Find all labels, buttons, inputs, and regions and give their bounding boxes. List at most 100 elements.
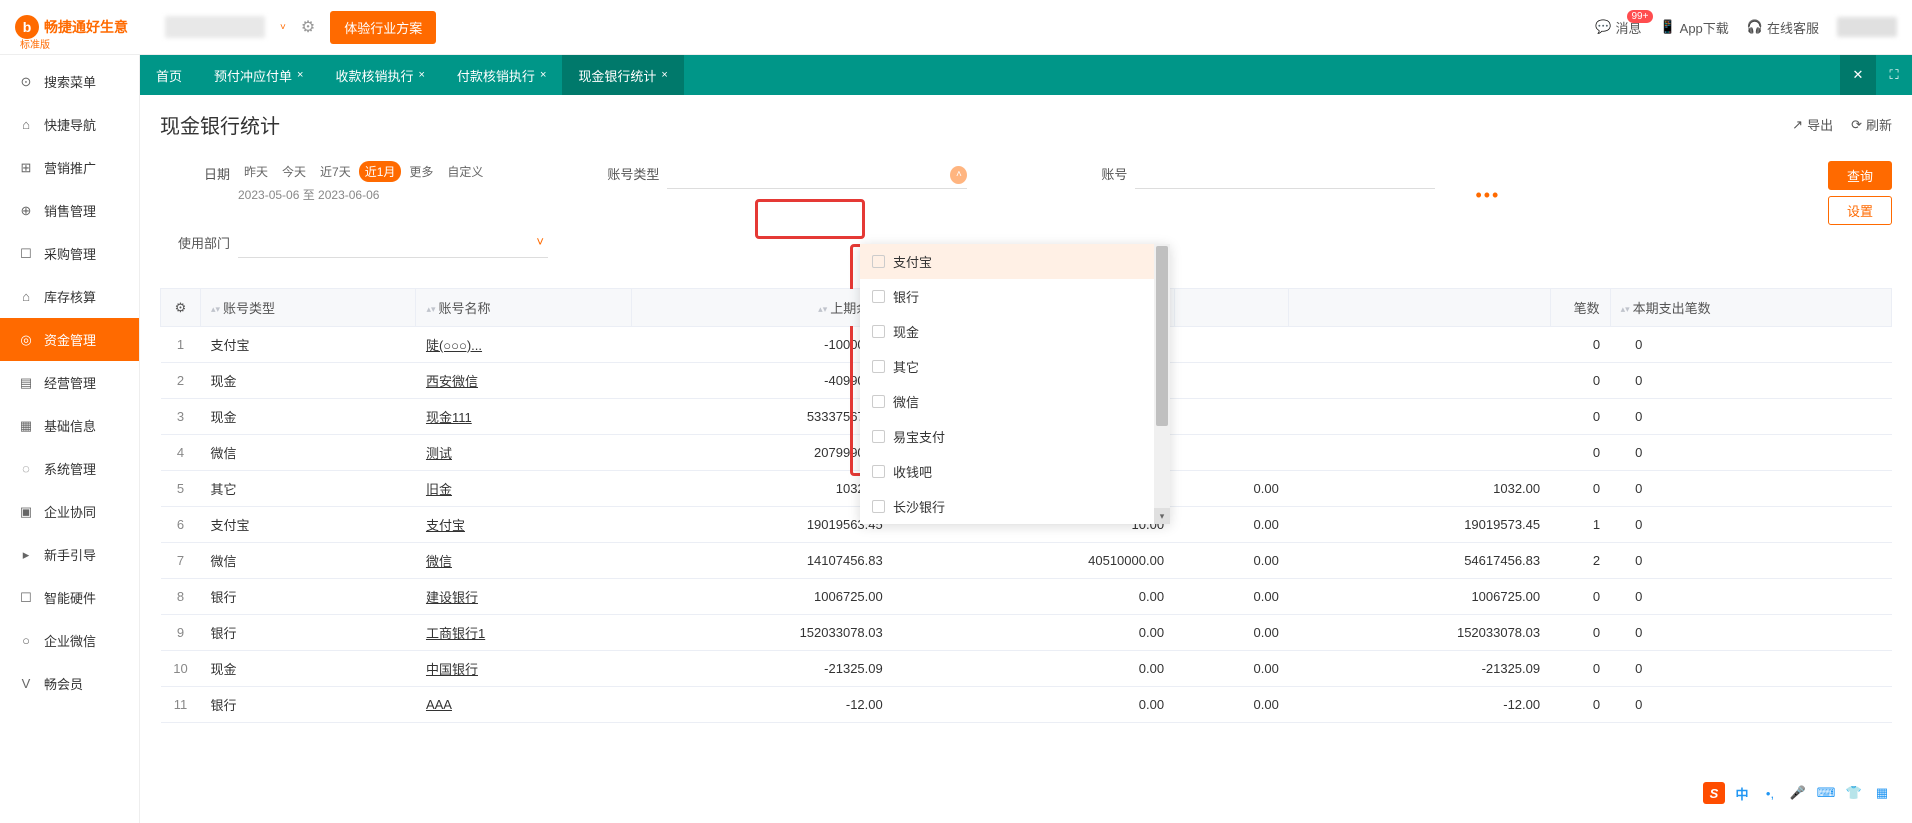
search-button[interactable]: 查询 bbox=[1828, 161, 1892, 190]
messages-link[interactable]: 💬 消息 99+ bbox=[1595, 18, 1641, 37]
checkbox[interactable] bbox=[872, 360, 885, 373]
more-filters-button[interactable]: ••• bbox=[1475, 185, 1500, 206]
sidebar-item-4[interactable]: ☐采购管理 bbox=[0, 232, 139, 275]
col-hidden1 bbox=[1174, 289, 1289, 327]
dropdown-item-0[interactable]: 支付宝 bbox=[860, 244, 1170, 279]
scrollbar-thumb[interactable] bbox=[1156, 246, 1168, 426]
dept-select[interactable] bbox=[238, 230, 548, 258]
account-name-link[interactable]: 支付宝 bbox=[426, 518, 465, 533]
sidebar-item-5[interactable]: ⌂库存核算 bbox=[0, 275, 139, 318]
ime-skin-icon[interactable]: 👕 bbox=[1843, 782, 1865, 804]
tab-2[interactable]: 收款核销执行× bbox=[319, 55, 440, 95]
ime-sogou-icon[interactable]: S bbox=[1703, 782, 1725, 804]
account-name-link[interactable]: 旧金 bbox=[426, 482, 452, 497]
dropdown-scrollbar[interactable]: ▾ bbox=[1154, 244, 1170, 524]
dropdown-item-5[interactable]: 易宝支付 bbox=[860, 419, 1170, 454]
sidebar-item-10[interactable]: ▣企业协同 bbox=[0, 490, 139, 533]
dropdown-item-2[interactable]: 现金 bbox=[860, 314, 1170, 349]
table-settings-header[interactable]: ⚙ bbox=[161, 289, 201, 327]
sidebar-item-2[interactable]: ⊞营销推广 bbox=[0, 146, 139, 189]
checkbox[interactable] bbox=[872, 500, 885, 513]
account-name-link[interactable]: 微信 bbox=[426, 554, 452, 569]
sidebar-item-3[interactable]: ⊕销售管理 bbox=[0, 189, 139, 232]
ime-lang-toggle[interactable]: 中 bbox=[1731, 782, 1753, 804]
date-chip-3[interactable]: 近1月 bbox=[359, 161, 402, 182]
dropdown-item-7[interactable]: 长沙银行 bbox=[860, 489, 1170, 524]
checkbox[interactable] bbox=[872, 325, 885, 338]
sidebar-label: 畅会员 bbox=[44, 674, 83, 693]
sidebar-item-12[interactable]: ☐智能硬件 bbox=[0, 576, 139, 619]
ime-keyboard-icon[interactable]: ⌨ bbox=[1815, 782, 1837, 804]
account-name-link[interactable]: 陡(○○○)... bbox=[426, 338, 482, 353]
dropdown-item-4[interactable]: 微信 bbox=[860, 384, 1170, 419]
account-type-select[interactable]: ˄ bbox=[667, 161, 967, 189]
col-count[interactable]: 笔数 bbox=[1550, 289, 1610, 327]
checkbox[interactable] bbox=[872, 290, 885, 303]
account-type-input[interactable] bbox=[667, 167, 950, 182]
checkbox[interactable] bbox=[872, 430, 885, 443]
app-download-link[interactable]: 📱 App下载 bbox=[1659, 18, 1728, 37]
col-prev-balance[interactable]: ▴▾上期余额 bbox=[631, 289, 892, 327]
col-account-name[interactable]: ▴▾账号名称 bbox=[416, 289, 631, 327]
tab-0[interactable]: 首页 bbox=[140, 55, 198, 95]
tab-3[interactable]: 付款核销执行× bbox=[441, 55, 562, 95]
tab-1[interactable]: 预付冲应付单× bbox=[198, 55, 319, 95]
ime-mic-icon[interactable]: 🎤 bbox=[1787, 782, 1809, 804]
col-expense-count[interactable]: ▴▾本期支出笔数 bbox=[1610, 289, 1891, 327]
account-select[interactable] bbox=[1135, 161, 1435, 189]
date-chip-0[interactable]: 昨天 bbox=[238, 161, 274, 182]
sidebar-item-9[interactable]: ◌系统管理 bbox=[0, 447, 139, 490]
date-chip-4[interactable]: 更多 bbox=[403, 161, 439, 182]
tab-4[interactable]: 现金银行统计× bbox=[562, 55, 683, 95]
account-type-dropdown: 支付宝银行现金其它微信易宝支付收钱吧长沙银行 ▾ bbox=[860, 244, 1170, 524]
tab-close-icon[interactable]: × bbox=[661, 69, 667, 81]
refresh-button[interactable]: ⟳刷新 bbox=[1851, 115, 1892, 134]
scrollbar-down-icon[interactable]: ▾ bbox=[1154, 508, 1170, 524]
ime-toolbox-icon[interactable]: ▦ bbox=[1871, 782, 1893, 804]
account-name-link[interactable]: 建设银行 bbox=[426, 590, 478, 605]
account-name-link[interactable]: 现金111 bbox=[426, 410, 472, 425]
settings-button[interactable]: 设置 bbox=[1828, 196, 1892, 225]
message-icon: 💬 bbox=[1595, 19, 1611, 35]
tab-close-icon[interactable]: × bbox=[540, 69, 546, 81]
sidebar-item-11[interactable]: ▸新手引导 bbox=[0, 533, 139, 576]
checkbox[interactable] bbox=[872, 465, 885, 478]
checkbox[interactable] bbox=[872, 255, 885, 268]
date-chip-1[interactable]: 今天 bbox=[276, 161, 312, 182]
fullscreen-button[interactable]: ⛶ bbox=[1876, 55, 1912, 95]
date-chip-2[interactable]: 近7天 bbox=[314, 161, 357, 182]
close-tab-button[interactable]: ✕ bbox=[1840, 55, 1876, 95]
account-input[interactable] bbox=[1135, 167, 1435, 182]
company-chevron-icon[interactable]: ˅ bbox=[280, 22, 286, 33]
table-row: 7 微信 微信 14107456.83 40510000.00 0.00 546… bbox=[161, 543, 1892, 579]
ime-punct-icon[interactable]: •, bbox=[1759, 782, 1781, 804]
online-service-link[interactable]: 🎧 在线客服 bbox=[1747, 18, 1819, 37]
experience-plan-button[interactable]: 体验行业方案 bbox=[330, 11, 436, 44]
settings-gear-icon[interactable]: ⚙ bbox=[301, 17, 315, 37]
export-button[interactable]: ↗导出 bbox=[1792, 115, 1833, 134]
dropdown-item-6[interactable]: 收钱吧 bbox=[860, 454, 1170, 489]
account-name-link[interactable]: 测试 bbox=[426, 446, 452, 461]
dropdown-item-1[interactable]: 银行 bbox=[860, 279, 1170, 314]
collapse-up-icon[interactable]: ˄ bbox=[950, 166, 967, 184]
headset-icon: 🎧 bbox=[1747, 19, 1763, 35]
checkbox[interactable] bbox=[872, 395, 885, 408]
tab-close-icon[interactable]: × bbox=[297, 69, 303, 81]
account-name-link[interactable]: 中国银行 bbox=[426, 662, 478, 677]
sidebar-label: 销售管理 bbox=[44, 201, 96, 220]
date-chip-5[interactable]: 自定义 bbox=[441, 161, 489, 182]
tab-close-icon[interactable]: × bbox=[418, 69, 424, 81]
account-name-link[interactable]: 工商银行1 bbox=[426, 626, 485, 641]
dropdown-item-3[interactable]: 其它 bbox=[860, 349, 1170, 384]
sidebar-item-14[interactable]: V畅会员 bbox=[0, 662, 139, 705]
account-name-link[interactable]: 西安微信 bbox=[426, 374, 478, 389]
user-avatar-blurred[interactable] bbox=[1837, 17, 1897, 37]
col-account-type[interactable]: ▴▾账号类型 bbox=[201, 289, 416, 327]
sidebar-item-13[interactable]: ○企业微信 bbox=[0, 619, 139, 662]
account-name-link[interactable]: AAA bbox=[426, 697, 452, 712]
sidebar-item-0[interactable]: ⊙搜索菜单 bbox=[0, 60, 139, 103]
sidebar-item-8[interactable]: ▦基础信息 bbox=[0, 404, 139, 447]
sidebar-item-1[interactable]: ⌂快捷导航 bbox=[0, 103, 139, 146]
sidebar-item-6[interactable]: ◎资金管理 bbox=[0, 318, 139, 361]
sidebar-item-7[interactable]: ▤经营管理 bbox=[0, 361, 139, 404]
